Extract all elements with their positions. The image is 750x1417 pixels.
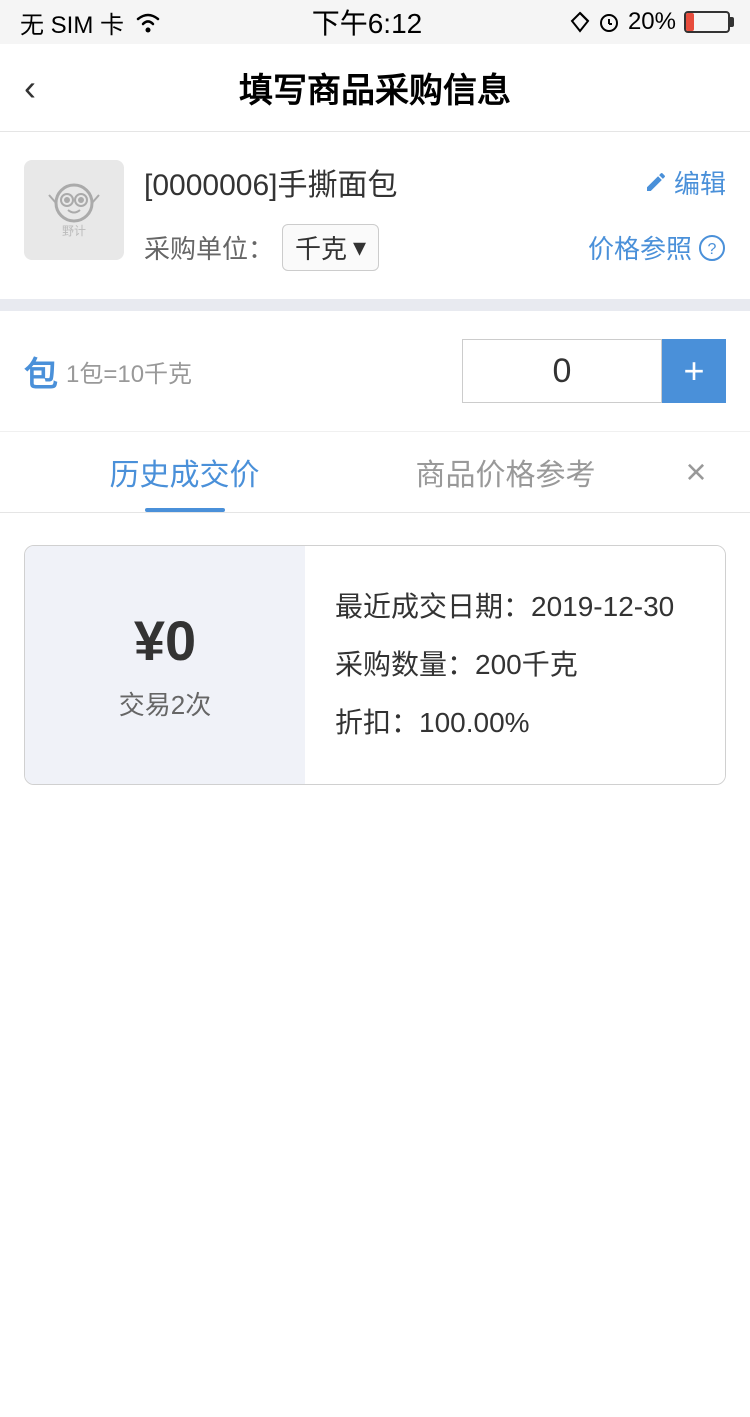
discount-label: 折扣： [335, 707, 419, 738]
content-area [0, 817, 750, 1417]
product-card: 野计 [0000006]手撕面包 编辑 采购单位： 千克 ▾ 价格参照 [0, 132, 750, 299]
transaction-price: ¥0 [134, 608, 196, 673]
location-icon [570, 11, 590, 33]
product-unit-row: 采购单位： 千克 ▾ 价格参照 ? [144, 224, 726, 271]
unit-label: 采购单位： [144, 229, 274, 266]
tab-price-ref[interactable]: 商品价格参考 [345, 432, 666, 512]
quantity-input[interactable]: 0 [462, 339, 662, 403]
transaction-content: ¥0 交易2次 最近成交日期：2019-12-30 采购数量：200千克 折扣：… [0, 513, 750, 817]
quantity-control: 0 + [462, 339, 726, 403]
transaction-count: 交易2次 [119, 685, 211, 722]
edit-button[interactable]: 编辑 [644, 164, 726, 201]
alarm-icon [598, 11, 620, 33]
help-icon: ? [698, 234, 726, 262]
transaction-summary: ¥0 交易2次 [25, 546, 305, 784]
wifi-icon [132, 11, 164, 33]
tabs-section: 历史成交价 商品价格参考 × ¥0 交易2次 最近成交日期：2019-12-30… [0, 432, 750, 817]
quantity-detail-value: 200千克 [475, 649, 578, 680]
transaction-date-row: 最近成交日期：2019-12-30 [335, 586, 695, 628]
battery-percent: 20% [628, 8, 676, 36]
page-title: 填写商品采购信息 [239, 63, 511, 112]
tab-price-ref-label: 商品价格参考 [416, 450, 596, 494]
section-divider [0, 299, 750, 311]
transaction-details: 最近成交日期：2019-12-30 采购数量：200千克 折扣：100.00% [305, 546, 725, 784]
discount-value: 100.00% [419, 707, 530, 738]
transaction-discount-row: 折扣：100.00% [335, 702, 695, 744]
status-time: 下午6:12 [312, 2, 423, 42]
tab-close-button[interactable]: × [666, 432, 726, 512]
product-thumbnail: 野计 [24, 160, 124, 260]
quantity-conversion: 1包=10千克 [66, 354, 192, 389]
quantity-detail-label: 采购数量： [335, 649, 475, 680]
transaction-card: ¥0 交易2次 最近成交日期：2019-12-30 采购数量：200千克 折扣：… [24, 545, 726, 785]
tab-active-indicator [145, 508, 225, 512]
tabs-header: 历史成交价 商品价格参考 × [0, 432, 750, 513]
tab-history-label: 历史成交价 [110, 450, 260, 494]
edit-label: 编辑 [674, 164, 726, 201]
dropdown-arrow-icon: ▾ [353, 232, 366, 263]
unit-select[interactable]: 千克 ▾ [282, 224, 379, 271]
edit-icon [644, 170, 668, 194]
tab-history-price[interactable]: 历史成交价 [24, 432, 345, 512]
unit-value: 千克 [295, 229, 347, 266]
price-ref-button[interactable]: 价格参照 ? [588, 229, 726, 266]
back-button[interactable]: ‹ [24, 67, 36, 109]
price-ref-label: 价格参照 [588, 229, 692, 266]
sim-text: 无 SIM 卡 [20, 5, 124, 40]
quantity-unit: 包 [24, 347, 58, 396]
product-info: [0000006]手撕面包 编辑 采购单位： 千克 ▾ 价格参照 ? [144, 160, 726, 271]
product-name-row: [0000006]手撕面包 编辑 [144, 160, 726, 204]
nav-bar: ‹ 填写商品采购信息 [0, 44, 750, 132]
status-bar: 无 SIM 卡 下午6:12 20% [0, 0, 750, 44]
quantity-label: 包 1包=10千克 [24, 347, 192, 396]
date-value: 2019-12-30 [531, 591, 674, 622]
battery-icon [684, 11, 730, 33]
transaction-quantity-row: 采购数量：200千克 [335, 644, 695, 686]
product-name: [0000006]手撕面包 [144, 160, 397, 204]
date-label: 最近成交日期： [335, 591, 531, 622]
svg-text:?: ? [708, 241, 717, 258]
svg-text:野计: 野计 [62, 224, 86, 238]
status-right: 20% [570, 8, 730, 36]
quantity-plus-button[interactable]: + [662, 339, 726, 403]
quantity-row: 包 1包=10千克 0 + [0, 311, 750, 432]
status-left: 无 SIM 卡 [20, 5, 164, 40]
